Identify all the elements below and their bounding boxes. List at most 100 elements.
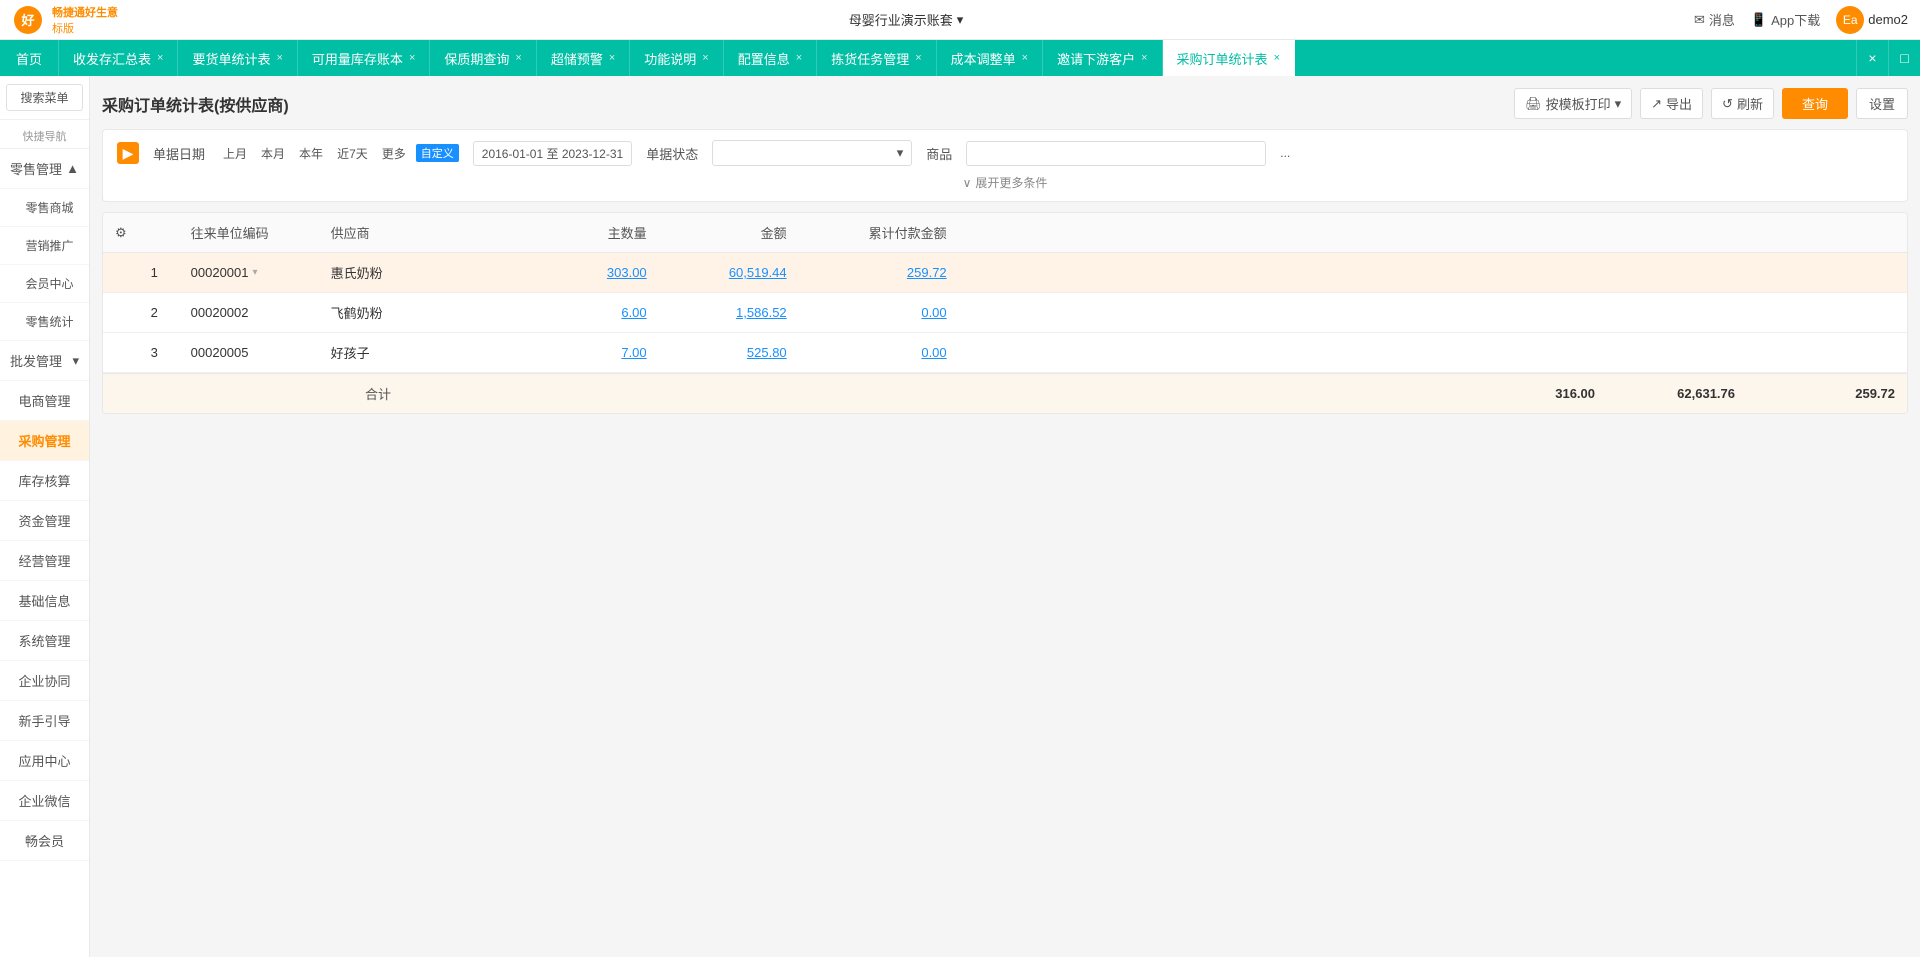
sidebar-item-member[interactable]: 会员中心 [0,265,89,303]
svg-text:好: 好 [20,13,34,28]
row-2-qty[interactable]: 6.00 [539,293,659,333]
printer-icon: 🖨 [1525,96,1542,112]
select-chevron-icon: ▾ [897,145,904,161]
sidebar-item-purchase[interactable]: 采购管理 [0,421,89,461]
tab-income-summary[interactable]: 收发存汇总表 × [59,40,178,76]
row-1-code: 00020001 ▾ [179,253,319,293]
sidebar-item-wechat[interactable]: 企业微信 [0,781,89,821]
table-body: 1 00020001 ▾ 惠氏奶粉 303.00 60,519.44 259.7… [103,253,1907,373]
sidebar-item-vip[interactable]: 畅会员 [0,821,89,861]
sidebar-item-finance[interactable]: 资金管理 [0,501,89,541]
row-3-qty[interactable]: 7.00 [539,333,659,373]
sidebar-item-retail[interactable]: 零售管理 ▲ [0,149,89,189]
avatar: Ea [1836,6,1864,34]
sidebar-item-system[interactable]: 系统管理 [0,621,89,661]
row-2-amount[interactable]: 1,586.52 [659,293,799,333]
page-title: 采购订单统计表(按供应商) [102,92,289,116]
tab-purchase-summary[interactable]: 采购订单统计表 × [1163,40,1295,76]
query-button[interactable]: 查询 [1782,88,1848,119]
refresh-button[interactable]: ↺ 刷新 [1711,88,1774,119]
close-tab-pick-task[interactable]: × [915,52,921,64]
tab-order-summary[interactable]: 要货单统计表 × [178,40,297,76]
close-tab-purchase-summary[interactable]: × [1274,52,1280,64]
col-header-gear[interactable]: ⚙ [103,213,139,253]
close-window-button[interactable]: × [1856,40,1888,76]
tab-function-desc[interactable]: 功能说明 × [630,40,723,76]
sidebar-item-retail-mall[interactable]: 零售商城 [0,189,89,227]
col-header-supplier: 供应商 [319,213,539,253]
filter-toggle-button[interactable]: ▶ [117,142,139,164]
tab-warranty[interactable]: 保质期查询 × [430,40,536,76]
close-tab-warranty[interactable]: × [515,52,521,64]
maximize-window-button[interactable]: □ [1888,40,1920,76]
date-range-display[interactable]: 2016-01-01 至 2023-12-31 [473,141,632,166]
date-opt-this-year[interactable]: 本年 [295,143,327,164]
logo-text: 畅捷通好生意 标版 [52,4,118,36]
date-opt-7days[interactable]: 近7天 [333,143,372,164]
date-opt-last-month[interactable]: 上月 [219,143,251,164]
page-header: 采购订单统计表(按供应商) 🖨 按模板打印 ▾ ↗ 导出 ↺ 刷新 查询 设置 [102,88,1908,119]
more-filters-icon[interactable]: ... [1280,146,1290,160]
app-download-button[interactable]: 📱 App下载 [1751,10,1820,29]
settings-button[interactable]: 设置 [1856,88,1908,119]
template-print-button[interactable]: 🖨 按模板打印 ▾ [1514,88,1632,119]
tab-home[interactable]: 首页 [0,40,59,76]
sidebar-item-enterprise[interactable]: 企业协同 [0,661,89,701]
sidebar-item-retail-stats[interactable]: 零售统计 [0,303,89,341]
tab-config-info[interactable]: 配置信息 × [724,40,817,76]
close-tab-invite-down[interactable]: × [1141,52,1147,64]
table-row: 1 00020001 ▾ 惠氏奶粉 303.00 60,519.44 259.7… [103,253,1907,293]
close-tab-income-summary[interactable]: × [157,52,163,64]
search-menu-button[interactable]: 搜索菜单 [6,84,83,111]
logo-area: 好 畅捷通好生意 标版 [12,4,118,36]
sidebar-item-wholesale[interactable]: 批发管理 ▾ [0,341,89,381]
nav-tabs: 首页 收发存汇总表 × 要货单统计表 × 可用量库存账本 × 保质期查询 × 超… [0,40,1920,76]
goods-input[interactable] [966,141,1266,166]
table-row: 3 00020005 好孩子 7.00 525.80 0.00 [103,333,1907,373]
col-header-no [139,213,179,253]
close-tab-cost-adjust[interactable]: × [1022,52,1028,64]
row-3-amount[interactable]: 525.80 [659,333,799,373]
sidebar-item-inventory[interactable]: 库存核算 [0,461,89,501]
sidebar-item-newbie[interactable]: 新手引导 [0,701,89,741]
sidebar-item-ecommerce[interactable]: 电商管理 [0,381,89,421]
workspace-selector[interactable]: 母婴行业演示账套 ▾ [841,10,972,29]
close-tab-avail-stock[interactable]: × [409,52,415,64]
close-tab-function-desc[interactable]: × [702,52,708,64]
date-opt-more[interactable]: 更多 [378,143,410,164]
refresh-icon: ↺ [1722,96,1733,112]
chevron-up-icon: ▲ [66,161,79,176]
expand-icon: ∨ [963,176,972,190]
sidebar-item-marketing[interactable]: 营销推广 [0,227,89,265]
data-table: ⚙ 往来单位编码 供应商 主数量 金额 累计付款金额 1 [103,213,1907,373]
sidebar-item-business[interactable]: 经营管理 [0,541,89,581]
row-1-amount[interactable]: 60,519.44 [659,253,799,293]
row-2-extra [959,293,1907,333]
tab-avail-stock[interactable]: 可用量库存账本 × [298,40,430,76]
status-select[interactable]: ▾ [712,140,912,166]
row-1-qty[interactable]: 303.00 [539,253,659,293]
tab-invite-down[interactable]: 邀请下游客户 × [1043,40,1162,76]
export-button[interactable]: ↗ 导出 [1640,88,1703,119]
expand-more-button[interactable]: ∨ 展开更多条件 [963,174,1048,191]
row-2-paid[interactable]: 0.00 [799,293,959,333]
row-1-no: 1 [139,253,179,293]
message-button[interactable]: ✉ 消息 [1694,10,1735,29]
sidebar-item-app-center[interactable]: 应用中心 [0,741,89,781]
col-header-qty: 主数量 [539,213,659,253]
sidebar-item-basic[interactable]: 基础信息 [0,581,89,621]
date-opt-this-month[interactable]: 本月 [257,143,289,164]
user-profile[interactable]: Ea demo2 [1836,6,1908,34]
row-3-paid[interactable]: 0.00 [799,333,959,373]
tab-pick-task[interactable]: 拣货任务管理 × [817,40,936,76]
close-tab-overstock[interactable]: × [609,52,615,64]
tab-overstock[interactable]: 超储预警 × [537,40,630,76]
row-2-no: 2 [139,293,179,333]
close-tab-config-info[interactable]: × [796,52,802,64]
table-header-row: ⚙ 往来单位编码 供应商 主数量 金额 累计付款金额 [103,213,1907,253]
tab-cost-adjust[interactable]: 成本调整单 × [937,40,1043,76]
close-tab-order-summary[interactable]: × [276,52,282,64]
row-1-paid[interactable]: 259.72 [799,253,959,293]
row-2-supplier: 飞鹤奶粉 [319,293,539,333]
row-3-extra [959,333,1907,373]
